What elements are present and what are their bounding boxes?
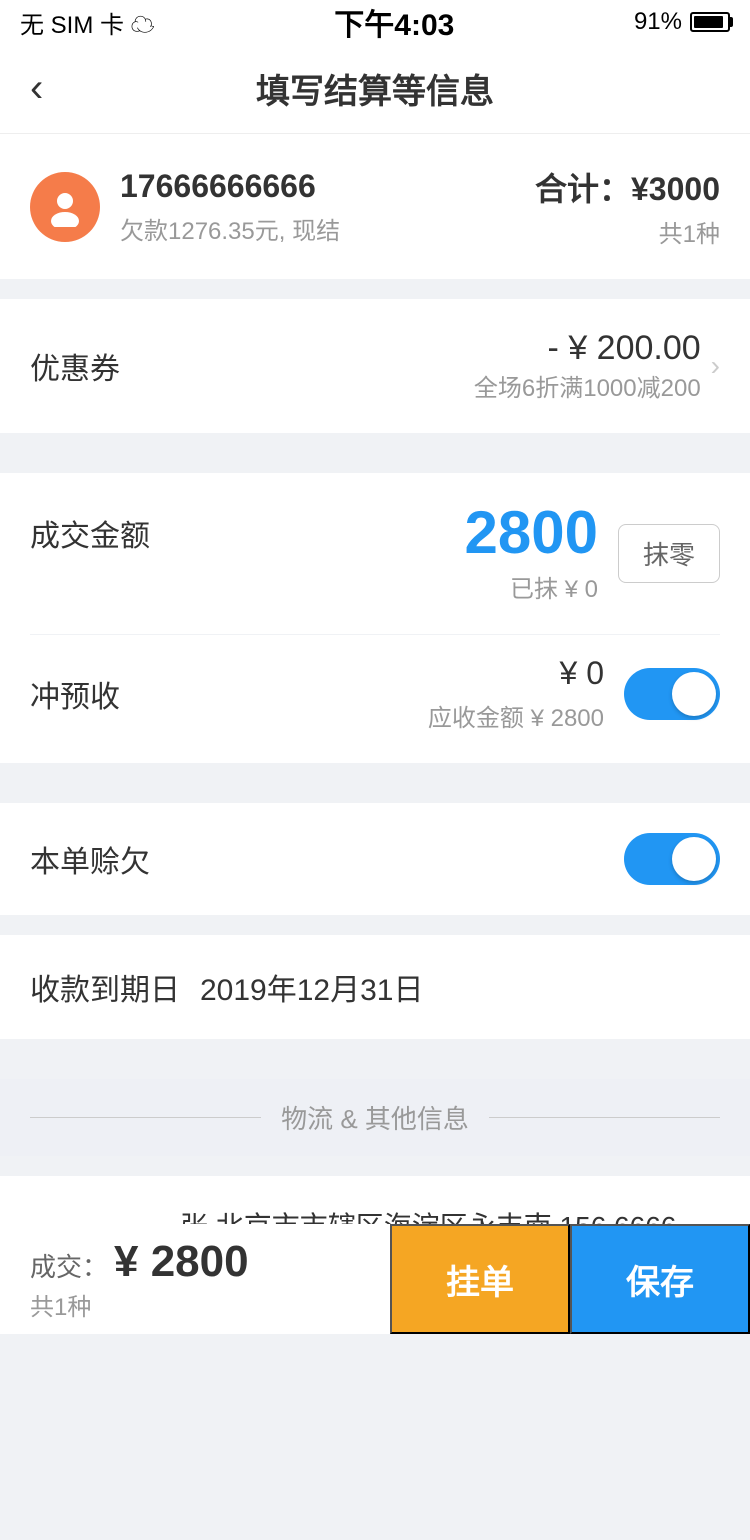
toggle-knob [672,672,716,716]
battery-fill [694,16,723,28]
back-button[interactable]: ‹ [30,66,43,111]
prereceive-amount: ¥ 0 [428,655,604,692]
coupon-detail: 全场6折满1000减200 [474,368,701,403]
separator-2 [0,783,750,803]
total-amount: 合计：¥3000 [535,164,720,210]
status-bar-left: 无 SIM 卡 ☁ [20,5,155,40]
logistics-divider: 物流 & 其他信息 [0,1079,750,1156]
logistics-label: 物流 & 其他信息 [281,1099,469,1136]
customer-debt: 欠款1276.35元, 现结 [120,211,340,246]
battery-icon [690,12,730,32]
status-bar-right: 91% [634,8,730,36]
customer-details: 17666666666 欠款1276.35元, 现结 [120,168,340,246]
debt-section: 本单赊欠 [0,803,750,915]
prereceive-label: 冲预收 [30,672,120,716]
amount-row: 成交金额 2800 已抹 ¥ 0 抹零 [30,503,720,604]
debt-toggle[interactable] [624,833,720,885]
customer-total: 合计：¥3000 共1种 [535,164,720,249]
coupon-label: 优惠券 [30,344,120,388]
status-bar: 无 SIM 卡 ☁ 下午4:03 91% [0,0,750,44]
amount-section: 成交金额 2800 已抹 ¥ 0 抹零 冲预收 ¥ 0 应收金额 ¥ 2800 [0,473,750,763]
due-date-section: 收款到期日 2019年12月31日 [0,935,750,1039]
customer-left: 17666666666 欠款1276.35元, 现结 [30,168,340,246]
divider-line-left [30,1117,261,1118]
debt-toggle-knob [672,837,716,881]
customer-info-card: 17666666666 欠款1276.35元, 现结 合计：¥3000 共1种 [0,134,750,279]
debt-label: 本单赊欠 [30,837,150,881]
signal-text: 无 SIM 卡 ☁ [20,5,155,40]
customer-phone: 17666666666 [120,168,340,205]
prereceive-sub: 应收金额 ¥ 2800 [428,698,604,733]
hang-button[interactable]: 挂单 [390,1224,570,1334]
status-bar-time: 下午4:03 [334,0,454,44]
coupon-right: - ¥ 200.00 全场6折满1000减200 › [474,329,720,403]
battery-percent: 91% [634,8,682,36]
bottom-bar: 成交： ¥ 2800 共1种 挂单 保存 [0,1224,750,1334]
amount-value: 2800 [465,503,598,563]
coupon-row[interactable]: 优惠券 - ¥ 200.00 全场6折满1000减200 › [0,299,750,433]
prereceive-right: ¥ 0 应收金额 ¥ 2800 [428,655,720,733]
nav-bar: ‹ 填写结算等信息 [0,44,750,134]
amount-label: 成交金额 [30,503,150,555]
bottom-info: 成交： ¥ 2800 共1种 [0,1237,390,1322]
total-count: 共1种 [535,214,720,249]
separator-3 [0,1059,750,1079]
prereceive-toggle[interactable] [624,668,720,720]
prereceive-row: 冲预收 ¥ 0 应收金额 ¥ 2800 [30,634,720,733]
avatar [30,172,100,242]
due-date-value: 2019年12月31日 [200,965,423,1009]
due-date-row: 收款到期日 2019年12月31日 [30,965,720,1009]
gray-area [0,1340,750,1540]
amount-sub: 已抹 ¥ 0 [465,569,598,604]
bottom-count: 共1种 [30,1287,360,1322]
chevron-right-icon: › [711,350,720,382]
divider-line-right [489,1117,720,1118]
bottom-deal-amount: ¥ 2800 [114,1237,249,1287]
due-date-label: 收款到期日 [30,965,180,1009]
bottom-deal-label: 成交： [30,1247,108,1284]
page-title: 填写结算等信息 [256,64,494,113]
round-button[interactable]: 抹零 [618,524,720,583]
prereceive-amount-wrap: ¥ 0 应收金额 ¥ 2800 [428,655,604,733]
save-button[interactable]: 保存 [570,1224,750,1334]
separator-1 [0,453,750,473]
coupon-discount: - ¥ 200.00 [474,329,701,368]
amount-right: 2800 已抹 ¥ 0 抹零 [465,503,721,604]
